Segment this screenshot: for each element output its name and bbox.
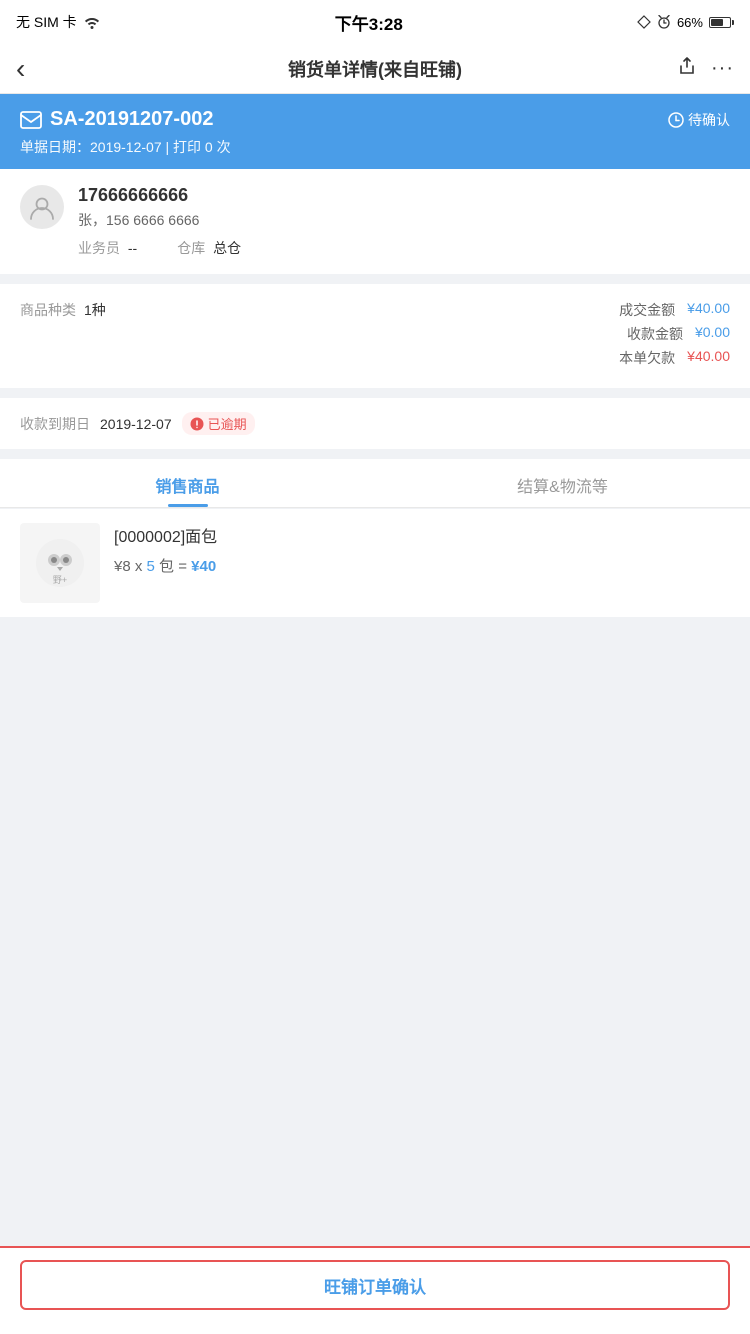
battery-percent: 66% bbox=[677, 15, 703, 30]
overdue-badge: 已逾期 bbox=[182, 412, 255, 435]
amounts-block: 成交金额 ¥40.00 收款金额 ¥0.00 本单欠款 ¥40.00 bbox=[619, 300, 730, 372]
product-info: [0000002]面包 ¥8 x 5 包 = ¥40 bbox=[114, 523, 730, 576]
status-carrier: 无 SIM 卡 bbox=[16, 12, 101, 32]
bottom-spacer bbox=[0, 617, 750, 817]
confirm-button[interactable]: 旺铺订单确认 bbox=[20, 1260, 730, 1310]
collected-amount-line: 收款金额 ¥0.00 bbox=[619, 324, 730, 344]
product-qty: 5 bbox=[147, 558, 155, 575]
bottom-action-bar: 旺铺订单确认 bbox=[0, 1246, 750, 1334]
product-total: ¥40 bbox=[191, 558, 216, 575]
location-icon bbox=[637, 15, 651, 29]
tabs-container: 销售商品 结算&物流等 bbox=[0, 459, 750, 508]
carrier-text: 无 SIM 卡 bbox=[16, 12, 77, 32]
share-icon[interactable] bbox=[677, 56, 697, 82]
deal-amount-line: 成交金额 ¥40.00 bbox=[619, 300, 730, 320]
nav-left: ‹ bbox=[16, 53, 76, 85]
svg-text:野+: 野+ bbox=[53, 575, 67, 585]
status-bar: 无 SIM 卡 下午3:28 66% bbox=[0, 0, 750, 44]
order-id: SA-20191207-002 bbox=[20, 108, 213, 131]
product-item: 野+ [0000002]面包 ¥8 x 5 包 = ¥40 bbox=[0, 509, 750, 617]
summary-card: 商品种类 1种 成交金额 ¥40.00 收款金额 ¥0.00 本单欠款 ¥40.… bbox=[0, 284, 750, 388]
due-date-label: 收款到期日 bbox=[20, 414, 90, 434]
product-thumb-image: 野+ bbox=[35, 538, 85, 588]
product-price: ¥8 bbox=[114, 558, 131, 575]
tab-sales-goods[interactable]: 销售商品 bbox=[0, 459, 375, 507]
customer-phone: 17666666666 bbox=[78, 185, 730, 206]
order-date: 单据日期：2019-12-07 | 打印 0 次 bbox=[20, 137, 730, 157]
product-unit: 包 bbox=[159, 558, 174, 575]
order-header-banner: SA-20191207-002 待确认 单据日期：2019-12-07 | 打印… bbox=[0, 94, 750, 169]
summary-row: 商品种类 1种 成交金额 ¥40.00 收款金额 ¥0.00 本单欠款 ¥40.… bbox=[20, 296, 730, 376]
status-time: 下午3:28 bbox=[335, 10, 403, 35]
wifi-icon bbox=[83, 15, 101, 29]
order-email-icon bbox=[20, 111, 42, 129]
avatar bbox=[20, 185, 64, 229]
customer-info: 17666666666 张，156 6666 6666 业务员 -- 仓库 总仓 bbox=[78, 185, 730, 258]
product-thumbnail: 野+ bbox=[20, 523, 100, 603]
sales-rep: 业务员 -- bbox=[78, 238, 137, 258]
product-multiply: x bbox=[135, 558, 147, 575]
page-title: 销货单详情(来自旺铺) bbox=[76, 56, 674, 82]
product-price-row: ¥8 x 5 包 = ¥40 bbox=[114, 555, 730, 576]
product-types: 商品种类 1种 bbox=[20, 300, 106, 320]
customer-card: 17666666666 张，156 6666 6666 业务员 -- 仓库 总仓 bbox=[0, 169, 750, 274]
customer-name: 张，156 6666 6666 bbox=[78, 210, 730, 230]
nav-bar: ‹ 销货单详情(来自旺铺) ··· bbox=[0, 44, 750, 94]
back-button[interactable]: ‹ bbox=[16, 53, 25, 85]
status-right: 66% bbox=[637, 15, 734, 30]
due-date-section: 收款到期日 2019-12-07 已逾期 bbox=[0, 398, 750, 449]
customer-meta: 业务员 -- 仓库 总仓 bbox=[78, 238, 730, 258]
owed-amount-line: 本单欠款 ¥40.00 bbox=[619, 348, 730, 368]
alarm-icon bbox=[657, 15, 671, 29]
warning-icon bbox=[190, 417, 204, 431]
warehouse: 仓库 总仓 bbox=[177, 238, 241, 258]
battery-icon bbox=[709, 17, 734, 28]
order-status: 待确认 bbox=[668, 110, 730, 130]
product-equals: = bbox=[178, 558, 191, 575]
tab-settlement[interactable]: 结算&物流等 bbox=[375, 459, 750, 507]
more-icon[interactable]: ··· bbox=[711, 57, 734, 80]
due-date-value: 2019-12-07 bbox=[100, 416, 172, 432]
clock-icon bbox=[668, 112, 684, 128]
product-name: [0000002]面包 bbox=[114, 523, 730, 547]
nav-right: ··· bbox=[674, 56, 734, 82]
